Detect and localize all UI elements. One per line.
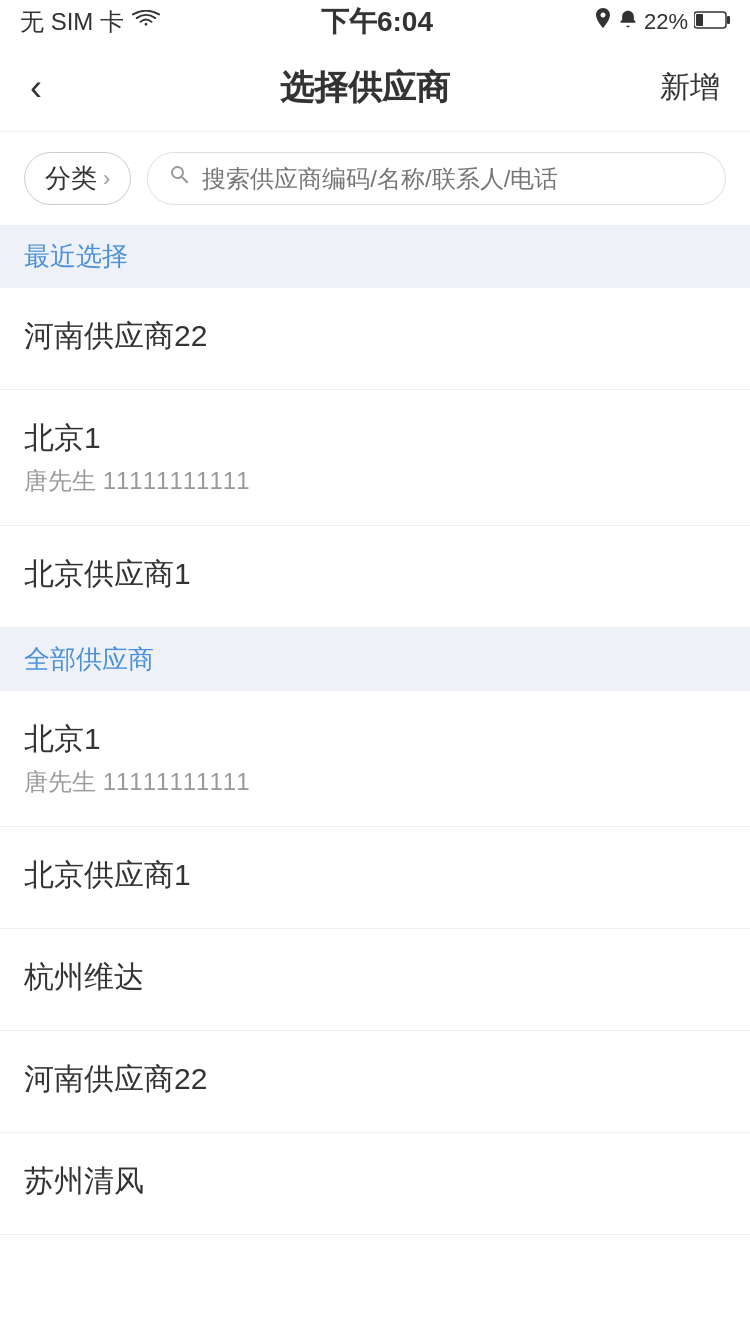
category-label: 分类 — [45, 161, 97, 196]
item-name: 北京供应商1 — [24, 554, 726, 595]
status-carrier: 无 SIM 卡 — [20, 6, 160, 38]
list-item[interactable]: 河南供应商22 — [0, 1031, 750, 1133]
item-detail: 唐先生 11111111111 — [24, 766, 726, 798]
item-name: 北京供应商1 — [24, 855, 726, 896]
list-item[interactable]: 河南供应商22 — [0, 288, 750, 390]
list-item[interactable]: 杭州维达 — [0, 929, 750, 1031]
list-item[interactable]: 苏州清风 — [0, 1133, 750, 1235]
battery-text: 22% — [644, 9, 688, 35]
all-list: 北京1 唐先生 11111111111 北京供应商1 杭州维达河南供应商22 苏州清风 — [0, 691, 750, 1235]
status-bar: 无 SIM 卡 下午6:04 22% — [0, 0, 750, 44]
item-name: 杭州维达 — [24, 957, 726, 998]
search-input[interactable] — [202, 165, 705, 193]
category-button[interactable]: 分类 › — [24, 152, 131, 205]
item-name: 北京1 — [24, 719, 726, 760]
item-name: 河南供应商22 — [24, 316, 726, 357]
all-section-label: 全部供应商 — [24, 644, 154, 674]
all-section-header: 全部供应商 — [0, 628, 750, 691]
alarm-icon — [618, 9, 638, 35]
battery-icon — [694, 9, 730, 35]
recent-section-header: 最近选择 — [0, 225, 750, 288]
wifi-icon — [132, 8, 160, 36]
recent-list: 河南供应商22 北京1 唐先生 11111111111 北京供应商1 — [0, 288, 750, 628]
status-time: 下午6:04 — [160, 3, 594, 41]
filter-bar: 分类 › — [0, 132, 750, 225]
nav-bar: ‹ 选择供应商 新增 — [0, 44, 750, 132]
search-box[interactable] — [147, 152, 726, 205]
list-item[interactable]: 北京1 唐先生 11111111111 — [0, 390, 750, 526]
chevron-right-icon: › — [103, 166, 110, 192]
status-right: 22% — [594, 8, 730, 36]
add-button[interactable]: 新增 — [640, 67, 720, 108]
location-icon — [594, 8, 612, 36]
search-icon — [168, 163, 192, 194]
list-item[interactable]: 北京1 唐先生 11111111111 — [0, 691, 750, 827]
item-name: 北京1 — [24, 418, 726, 459]
page-title: 选择供应商 — [90, 65, 640, 111]
list-item[interactable]: 北京供应商1 — [0, 827, 750, 929]
list-item[interactable]: 北京供应商1 — [0, 526, 750, 628]
item-name: 苏州清风 — [24, 1161, 726, 1202]
back-button[interactable]: ‹ — [30, 67, 90, 109]
item-name: 河南供应商22 — [24, 1059, 726, 1100]
item-detail: 唐先生 11111111111 — [24, 465, 726, 497]
recent-section-label: 最近选择 — [24, 241, 128, 271]
svg-rect-1 — [727, 16, 730, 24]
svg-rect-2 — [696, 14, 703, 26]
